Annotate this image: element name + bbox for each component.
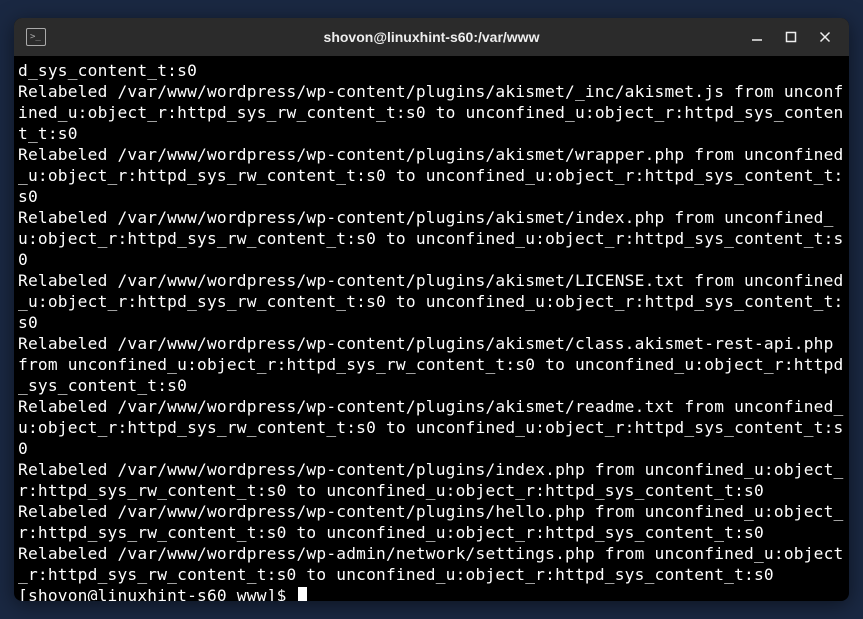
titlebar[interactable]: shovon@linuxhint-s60:/var/www — [14, 18, 849, 56]
terminal-icon — [26, 28, 46, 46]
window-controls — [749, 29, 833, 45]
window-title: shovon@linuxhint-s60:/var/www — [324, 29, 540, 45]
cursor — [298, 587, 307, 601]
output-text: d_sys_content_t:s0 Relabeled /var/www/wo… — [18, 61, 844, 584]
shell-prompt: [shovon@linuxhint-s60 www]$ — [18, 586, 296, 601]
terminal-output[interactable]: d_sys_content_t:s0 Relabeled /var/www/wo… — [14, 56, 849, 601]
maximize-button[interactable] — [783, 29, 799, 45]
close-button[interactable] — [817, 29, 833, 45]
minimize-button[interactable] — [749, 29, 765, 45]
terminal-window: shovon@linuxhint-s60:/var/www d_sys_cont… — [14, 18, 849, 601]
